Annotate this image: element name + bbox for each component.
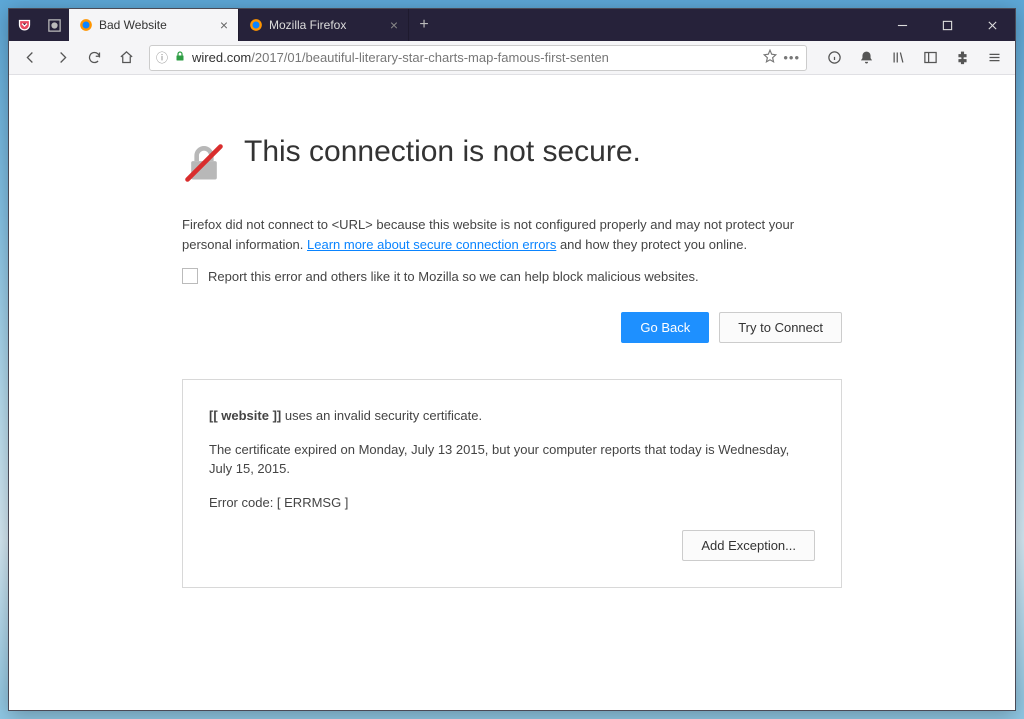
tab-label: Mozilla Firefox: [269, 18, 346, 32]
tab-mozilla-firefox[interactable]: Mozilla Firefox ×: [239, 9, 409, 41]
new-tab-button[interactable]: +: [409, 9, 439, 41]
toolbar: ⓘ wired.com/2017/01/beautiful-literary-s…: [9, 41, 1015, 75]
toolbar-right: [819, 44, 1009, 72]
library-icon[interactable]: [883, 44, 913, 72]
certificate-detail-box: [[ website ]] uses an invalid security c…: [182, 379, 842, 588]
report-row: Report this error and others like it to …: [182, 268, 842, 284]
try-to-connect-button[interactable]: Try to Connect: [719, 312, 842, 343]
page-actions-icon[interactable]: •••: [783, 50, 800, 65]
info-icon[interactable]: [819, 44, 849, 72]
error-title: This connection is not secure.: [244, 135, 641, 169]
close-window-button[interactable]: [970, 9, 1015, 41]
browser-window: Bad Website × Mozilla Firefox × +: [8, 8, 1016, 711]
close-tab-icon[interactable]: ×: [220, 17, 228, 33]
titlebar-left: [9, 9, 69, 41]
cert-expired-line: The certificate expired on Monday, July …: [209, 440, 815, 479]
box-icon[interactable]: [39, 9, 69, 41]
reload-button[interactable]: [79, 44, 109, 72]
bookmark-star-icon[interactable]: [763, 49, 777, 66]
report-checkbox[interactable]: [182, 268, 198, 284]
titlebar: Bad Website × Mozilla Firefox × +: [9, 9, 1015, 41]
notify-icon[interactable]: [851, 44, 881, 72]
back-button[interactable]: [15, 44, 45, 72]
cert-invalid-line: [[ website ]] uses an invalid security c…: [209, 406, 815, 426]
tab-label: Bad Website: [99, 18, 167, 32]
error-header: This connection is not secure.: [182, 135, 842, 185]
error-description: Firefox did not connect to <URL> because…: [182, 215, 842, 254]
url-text: wired.com/2017/01/beautiful-literary-sta…: [192, 50, 757, 65]
sidebar-icon[interactable]: [915, 44, 945, 72]
addons-icon[interactable]: [947, 44, 977, 72]
lock-icon: [174, 50, 186, 65]
button-row: Go Back Try to Connect: [182, 312, 842, 343]
home-button[interactable]: [111, 44, 141, 72]
error-page: This connection is not secure. Firefox d…: [9, 75, 1015, 588]
url-bar[interactable]: ⓘ wired.com/2017/01/beautiful-literary-s…: [149, 45, 807, 71]
tab-bad-website[interactable]: Bad Website ×: [69, 9, 239, 41]
close-tab-icon[interactable]: ×: [390, 17, 398, 33]
report-label: Report this error and others like it to …: [208, 269, 699, 284]
cert-error-code: Error code: [ ERRMSG ]: [209, 493, 815, 513]
content-area: This connection is not secure. Firefox d…: [9, 75, 1015, 710]
firefox-favicon-icon: [79, 18, 93, 32]
learn-more-link[interactable]: Learn more about secure connection error…: [307, 237, 556, 252]
site-info-icon[interactable]: ⓘ: [156, 49, 168, 66]
go-back-button[interactable]: Go Back: [621, 312, 709, 343]
insecure-lock-icon: [182, 141, 226, 185]
menu-button[interactable]: [979, 44, 1009, 72]
forward-button[interactable]: [47, 44, 77, 72]
maximize-button[interactable]: [925, 9, 970, 41]
add-exception-button[interactable]: Add Exception...: [682, 530, 815, 561]
window-controls: [880, 9, 1015, 41]
minimize-button[interactable]: [880, 9, 925, 41]
pocket-icon[interactable]: [9, 9, 39, 41]
firefox-favicon-icon: [249, 18, 263, 32]
